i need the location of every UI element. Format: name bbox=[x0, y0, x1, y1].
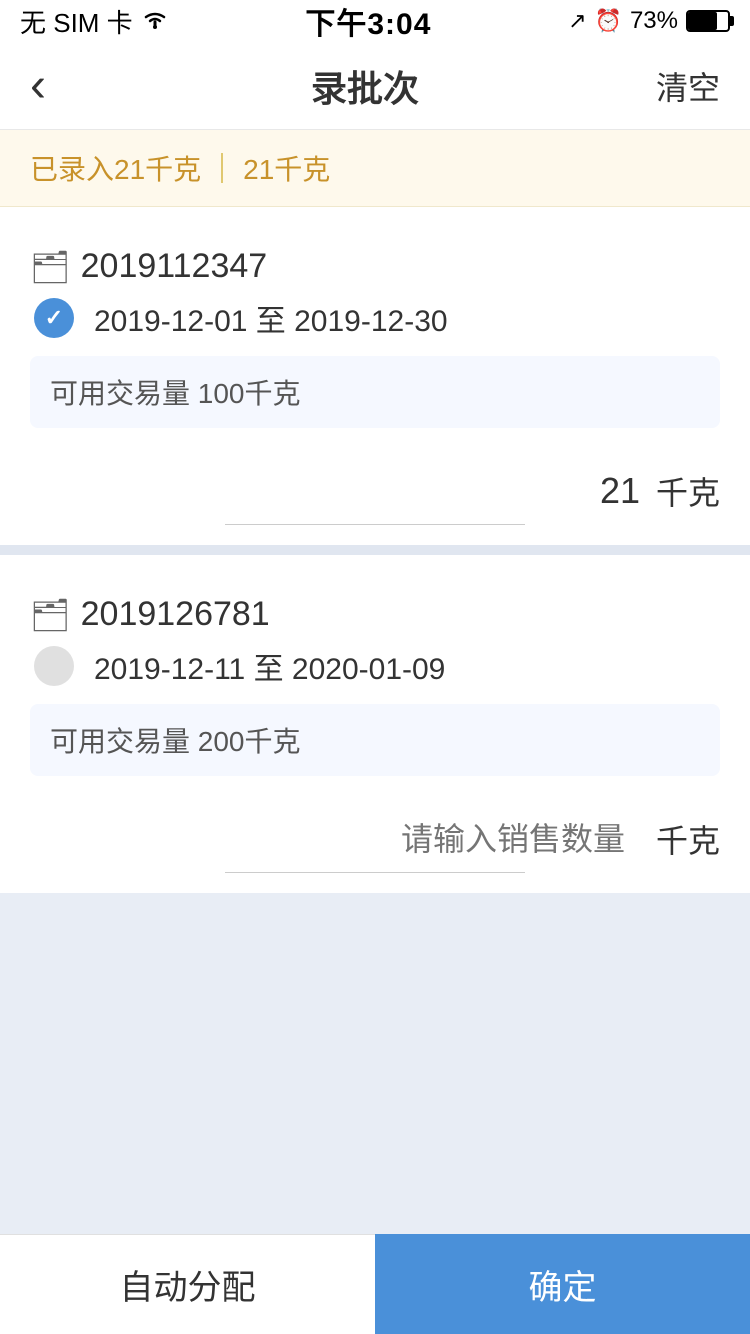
bottom-bar: 自动分配 确定 bbox=[0, 1234, 750, 1334]
carrier-text: 无 SIM 卡 bbox=[20, 3, 133, 40]
wifi-icon bbox=[141, 6, 169, 37]
info-banner: 已录入21千克 21千克 bbox=[0, 130, 750, 207]
status-left: 无 SIM 卡 bbox=[20, 3, 169, 40]
quantity-row-1: 21 千克 bbox=[30, 448, 720, 524]
alarm-icon: ⏰ bbox=[595, 8, 622, 34]
input-unit-2: 千克 bbox=[656, 816, 720, 862]
batch-id-icon-1: 🗂 bbox=[30, 248, 71, 286]
batch-date-row-2[interactable]: 2019-12-11 至 2020-01-09 bbox=[30, 644, 720, 688]
batch-item-1: 🗂 2019112347 ✓ 2019-12-01 至 2019-12-30 可… bbox=[0, 207, 750, 545]
battery-icon bbox=[686, 10, 730, 32]
section-divider bbox=[0, 545, 750, 555]
quantity-unit-1: 千克 bbox=[656, 468, 720, 514]
batch-date-2: 2019-12-11 至 2020-01-09 bbox=[94, 644, 445, 688]
status-bar: 无 SIM 卡 下午3:04 ↗ ⏰ 73% bbox=[0, 0, 750, 42]
quantity-divider-1 bbox=[225, 524, 525, 525]
back-button[interactable]: ‹ bbox=[30, 58, 90, 113]
radio-unchecked-2[interactable] bbox=[34, 646, 74, 686]
batch-id-2: 2019126781 bbox=[81, 595, 270, 634]
battery-percent: 73% bbox=[630, 7, 678, 35]
input-row-2: 千克 bbox=[30, 796, 720, 872]
batch-id-row-1: 🗂 2019112347 bbox=[30, 237, 720, 286]
batch-date-row-1[interactable]: ✓ 2019-12-01 至 2019-12-30 bbox=[30, 296, 720, 340]
location-icon: ↗ bbox=[568, 8, 586, 34]
quantity-input-2[interactable] bbox=[340, 821, 640, 858]
batch-avail-2: 可用交易量 200千克 bbox=[30, 704, 720, 776]
nav-bar: ‹ 录批次 清空 bbox=[0, 42, 750, 130]
batch-item-2: 🗂 2019126781 2019-12-11 至 2020-01-09 可用交… bbox=[0, 555, 750, 893]
info-recorded-label: 已录入21千克 bbox=[30, 148, 201, 188]
checkmark-1: ✓ bbox=[45, 305, 63, 331]
confirm-button[interactable]: 确定 bbox=[375, 1234, 750, 1334]
info-value: 21千克 bbox=[243, 148, 330, 188]
radio-checked-1[interactable]: ✓ bbox=[34, 298, 74, 338]
clear-button[interactable]: 清空 bbox=[640, 63, 720, 109]
status-right: ↗ ⏰ 73% bbox=[568, 7, 730, 35]
quantity-value-1: 21 bbox=[600, 470, 640, 512]
batch-date-1: 2019-12-01 至 2019-12-30 bbox=[94, 296, 448, 340]
quantity-divider-2 bbox=[225, 872, 525, 873]
status-time: 下午3:04 bbox=[305, 0, 431, 43]
batch-id-1: 2019112347 bbox=[81, 247, 268, 286]
auto-distribute-button[interactable]: 自动分配 bbox=[0, 1234, 375, 1334]
batch-id-row-2: 🗂 2019126781 bbox=[30, 585, 720, 634]
batch-avail-1: 可用交易量 100千克 bbox=[30, 356, 720, 428]
page-title: 录批次 bbox=[90, 60, 640, 112]
batch-id-icon-2: 🗂 bbox=[30, 596, 71, 634]
info-divider bbox=[221, 153, 223, 183]
